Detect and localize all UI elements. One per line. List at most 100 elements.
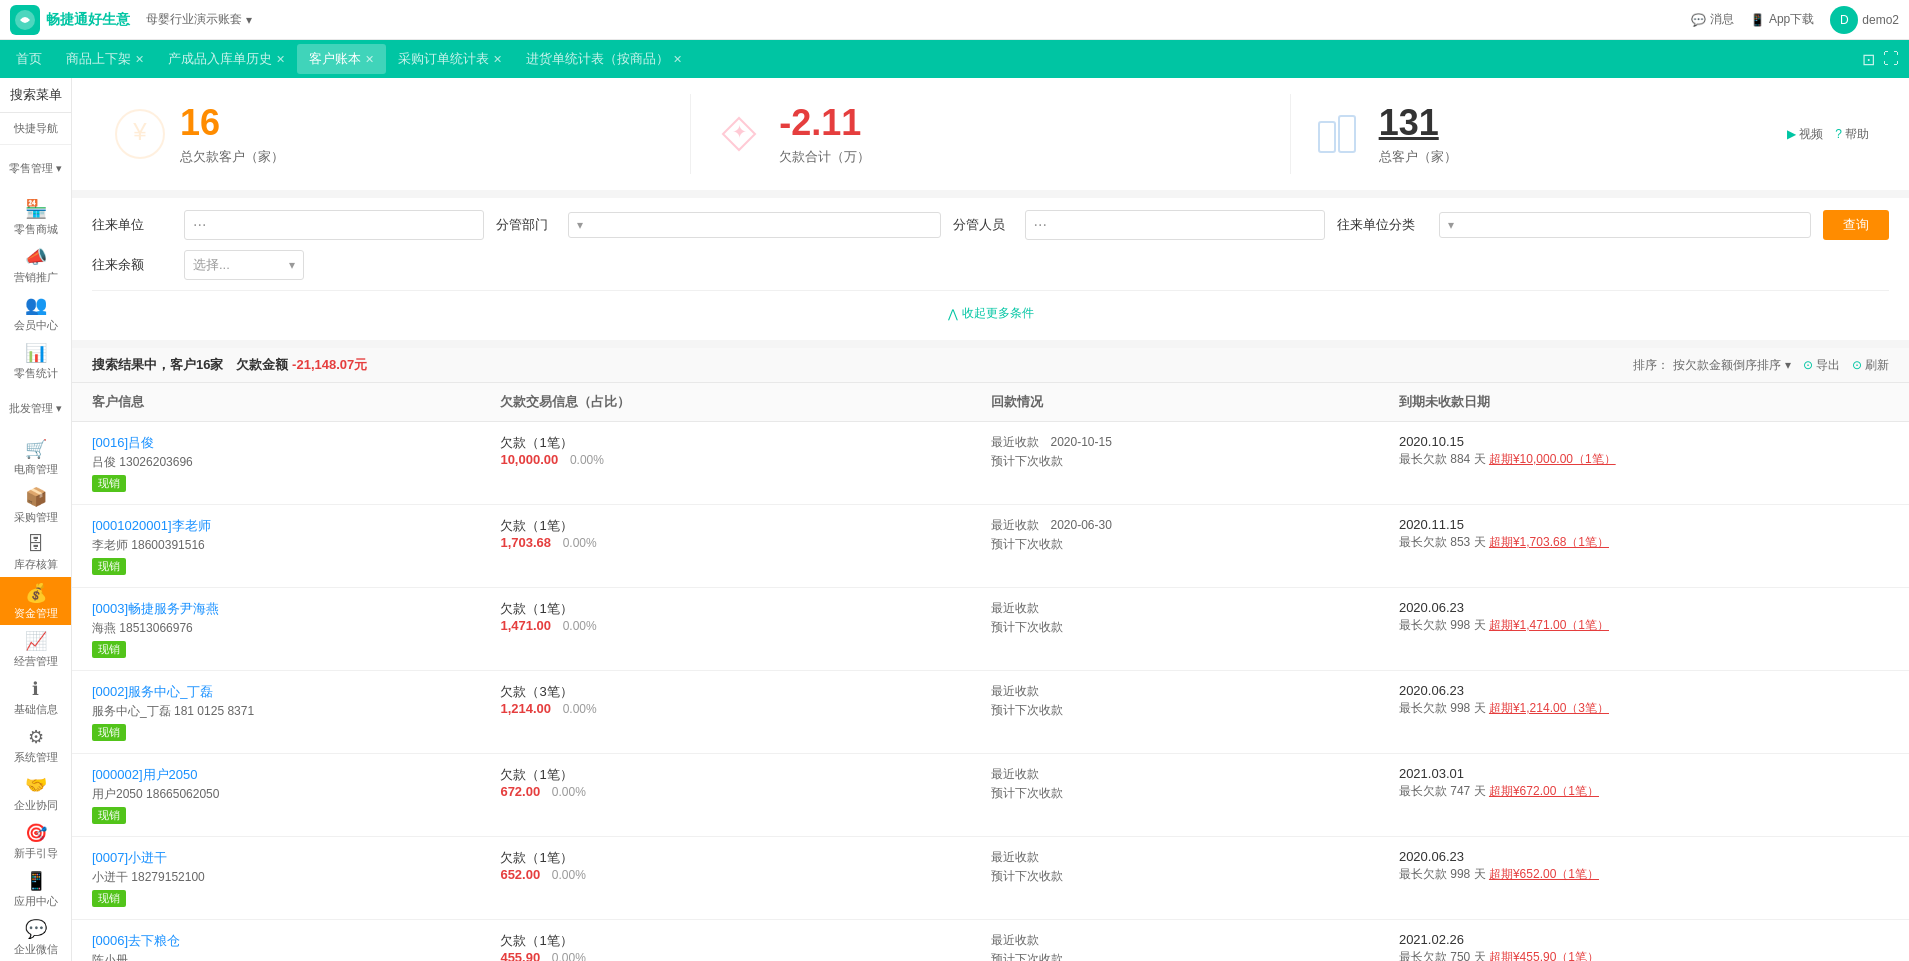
customer-name-link-2[interactable]: [0003]畅捷服务尹海燕 [92, 600, 500, 618]
debt-count-6: 欠款（1笔） [500, 932, 990, 950]
cell-customer-info-3: [0002]服务中心_丁磊 服务中心_丁磊 181 0125 8371 现销 [92, 683, 500, 741]
table-area: 客户信息 欠款交易信息（占比） 回款情况 到期未收款日期 [0016]吕俊 吕俊… [72, 383, 1909, 961]
customer-name-link-3[interactable]: [0002]服务中心_丁磊 [92, 683, 500, 701]
overdue-amount-link-2[interactable]: 超期¥1,471.00（1笔） [1489, 618, 1609, 632]
results-actions: 排序： 按欠款金额倒序排序 ▾ ⊙ 导出 ⊙ 刷新 [1633, 357, 1889, 374]
search-menu[interactable]: 搜索菜单 [0, 78, 71, 113]
customer-phone-0: 吕俊 13026203696 [92, 454, 500, 471]
overdue-date-3: 2020.06.23 [1399, 683, 1889, 698]
newcomer-icon: 🎯 [25, 822, 47, 844]
tab-purchase-order[interactable]: 采购订单统计表 ✕ [386, 44, 514, 74]
export-btn[interactable]: ⊙ 导出 [1803, 357, 1840, 374]
help-icon: ? [1835, 127, 1842, 141]
collapse-button[interactable]: ⋀ 收起更多条件 [92, 299, 1889, 328]
debt-ratio-5: 0.00% [552, 868, 586, 882]
logo-text: 畅捷通好生意 [46, 11, 130, 29]
tab-product-history[interactable]: 产成品入库单历史 ✕ [156, 44, 297, 74]
sort-select[interactable]: 排序： 按欠款金额倒序排序 ▾ [1633, 357, 1791, 374]
sidebar-item-marketing[interactable]: 📣 营销推广 [0, 241, 71, 289]
sidebar-item-corp-collab[interactable]: 🤝 企业协同 [0, 769, 71, 817]
sidebar-item-batch-mgmt[interactable]: 批发管理 ▾ [0, 385, 71, 433]
customer-phone-1: 李老师 18600391516 [92, 537, 500, 554]
message-btn[interactable]: 💬 消息 [1691, 11, 1734, 28]
sidebar-item-newcomer[interactable]: 🎯 新手引导 [0, 817, 71, 865]
sidebar-item-finance[interactable]: 💰 资金管理 [0, 577, 71, 625]
tab-import-stats-close[interactable]: ✕ [673, 53, 682, 66]
main-content: ¥ 16 总欠款客户（家） ✦ -2.11 欠款合计（万） [72, 78, 1909, 961]
overdue-amount-link-5[interactable]: 超期¥652.00（1笔） [1489, 867, 1599, 881]
tab-home[interactable]: 首页 [4, 44, 54, 74]
debt-amount-3: 1,214.00 [500, 701, 551, 716]
customer-name-link-4[interactable]: [000002]用户2050 [92, 766, 500, 784]
col-customer-info: 客户信息 [92, 393, 500, 411]
overdue-amount-link-6[interactable]: 超期¥455.90（1笔） [1489, 950, 1599, 961]
tab-goods-toggle[interactable]: 商品上下架 ✕ [54, 44, 156, 74]
collapse-label: 收起更多条件 [962, 305, 1034, 322]
sidebar-item-ops[interactable]: 📈 经营管理 [0, 625, 71, 673]
nav-restore-icon[interactable]: ⊡ [1862, 50, 1875, 69]
sidebar-item-system[interactable]: ⚙ 系统管理 [0, 721, 71, 769]
filter-row-1: 往来单位 ··· 分管部门 ▾ 分管人员 ··· 往来单位分类 ▾ 查询 [92, 210, 1889, 240]
sidebar-item-retail-mgmt[interactable]: 零售管理 ▾ [0, 145, 71, 193]
next-payment-2: 预计下次收款 [991, 619, 1399, 636]
source-unit-input[interactable]: ··· [184, 210, 484, 240]
sort-arrow-icon: ▾ [1785, 358, 1791, 372]
sidebar-item-member[interactable]: 👥 会员中心 [0, 289, 71, 337]
quick-nav-item[interactable]: 快捷导航 [0, 113, 71, 145]
overdue-amount-link-4[interactable]: 超期¥672.00（1笔） [1489, 784, 1599, 798]
tab-goods-toggle-close[interactable]: ✕ [135, 53, 144, 66]
person-input[interactable]: ··· [1025, 210, 1325, 240]
purchase-icon: 📦 [25, 486, 47, 508]
cell-payment-3: 最近收款 预计下次收款 [991, 683, 1399, 719]
balance-select[interactable]: 选择... ▾ [184, 250, 304, 280]
tab-purchase-order-close[interactable]: ✕ [493, 53, 502, 66]
app-icon: 📱 [1750, 13, 1765, 27]
user-area[interactable]: D demo2 [1830, 6, 1899, 34]
overdue-amount-link-3[interactable]: 超期¥1,214.00（3笔） [1489, 701, 1609, 715]
dept-select[interactable]: ▾ [568, 212, 941, 238]
layout: 搜索菜单 快捷导航 零售管理 ▾ 🏪 零售商城 📣 营销推广 👥 会员中心 📊 … [0, 78, 1909, 961]
video-btn[interactable]: ▶ 视频 [1787, 126, 1823, 143]
sidebar-marketing-label: 营销推广 [14, 271, 58, 284]
unit-category-select[interactable]: ▾ [1439, 212, 1812, 238]
debt-ratio-0: 0.00% [570, 453, 604, 467]
overdue-amount-link-1[interactable]: 超期¥1,703.68（1笔） [1489, 535, 1609, 549]
cell-overdue-3: 2020.06.23 最长欠款 998 天 超期¥1,214.00（3笔） [1399, 683, 1889, 717]
tab-customer-account-close[interactable]: ✕ [365, 53, 374, 66]
sidebar-item-purchase[interactable]: 📦 采购管理 [0, 481, 71, 529]
sidebar-item-inventory[interactable]: 🗄 库存核算 [0, 529, 71, 577]
sidebar-item-corp-wechat[interactable]: 💬 企业微信 [0, 913, 71, 961]
refresh-btn[interactable]: ⊙ 刷新 [1852, 357, 1889, 374]
table-rows: [0016]吕俊 吕俊 13026203696 现销 欠款（1笔） 10,000… [72, 422, 1909, 961]
overdue-amount-link-0[interactable]: 超期¥10,000.00（1笔） [1489, 452, 1616, 466]
customer-name-link-6[interactable]: [0006]去下粮仓 [92, 932, 500, 950]
tab-import-stats[interactable]: 进货单统计表（按商品） ✕ [514, 44, 694, 74]
sidebar-item-ecom[interactable]: 🛒 电商管理 [0, 433, 71, 481]
cell-debt-info-6: 欠款（1笔） 455.90 0.00% [500, 932, 990, 961]
sidebar-item-basic-info[interactable]: ℹ 基础信息 [0, 673, 71, 721]
cell-debt-info-3: 欠款（3笔） 1,214.00 0.00% [500, 683, 990, 716]
customer-name-link-0[interactable]: [0016]吕俊 [92, 434, 500, 452]
cell-debt-info-1: 欠款（1笔） 1,703.68 0.00% [500, 517, 990, 550]
customer-name-link-5[interactable]: [0007]小迸干 [92, 849, 500, 867]
cell-debt-info-0: 欠款（1笔） 10,000.00 0.00% [500, 434, 990, 467]
col-debt-info: 欠款交易信息（占比） [500, 393, 990, 411]
tab-product-history-close[interactable]: ✕ [276, 53, 285, 66]
customer-name-link-1[interactable]: [0001020001]李老师 [92, 517, 500, 535]
cell-payment-1: 最近收款 2020-06-30 预计下次收款 [991, 517, 1399, 553]
app-download-btn[interactable]: 📱 App下载 [1750, 11, 1814, 28]
sidebar-retail-stats-label: 零售统计 [14, 367, 58, 380]
debt-ratio-3: 0.00% [563, 702, 597, 716]
sidebar-item-retail-stats[interactable]: 📊 零售统计 [0, 337, 71, 385]
overdue-days-5: 最长欠款 998 天 超期¥652.00（1笔） [1399, 866, 1889, 883]
tab-customer-account[interactable]: 客户账本 ✕ [297, 44, 386, 74]
stats-row: ¥ 16 总欠款客户（家） ✦ -2.11 欠款合计（万） [72, 78, 1909, 190]
help-btn[interactable]: ? 帮助 [1835, 126, 1869, 143]
sidebar-item-app-center[interactable]: 📱 应用中心 [0, 865, 71, 913]
nav-expand-icon[interactable]: ⛶ [1883, 50, 1899, 69]
query-button[interactable]: 查询 [1823, 210, 1889, 240]
customer-phone-2: 海燕 18513066976 [92, 620, 500, 637]
sidebar-item-retail-mall[interactable]: 🏪 零售商城 [0, 193, 71, 241]
company-select[interactable]: 母婴行业演示账套 ▾ [138, 11, 260, 28]
sidebar-system-label: 系统管理 [14, 751, 58, 764]
